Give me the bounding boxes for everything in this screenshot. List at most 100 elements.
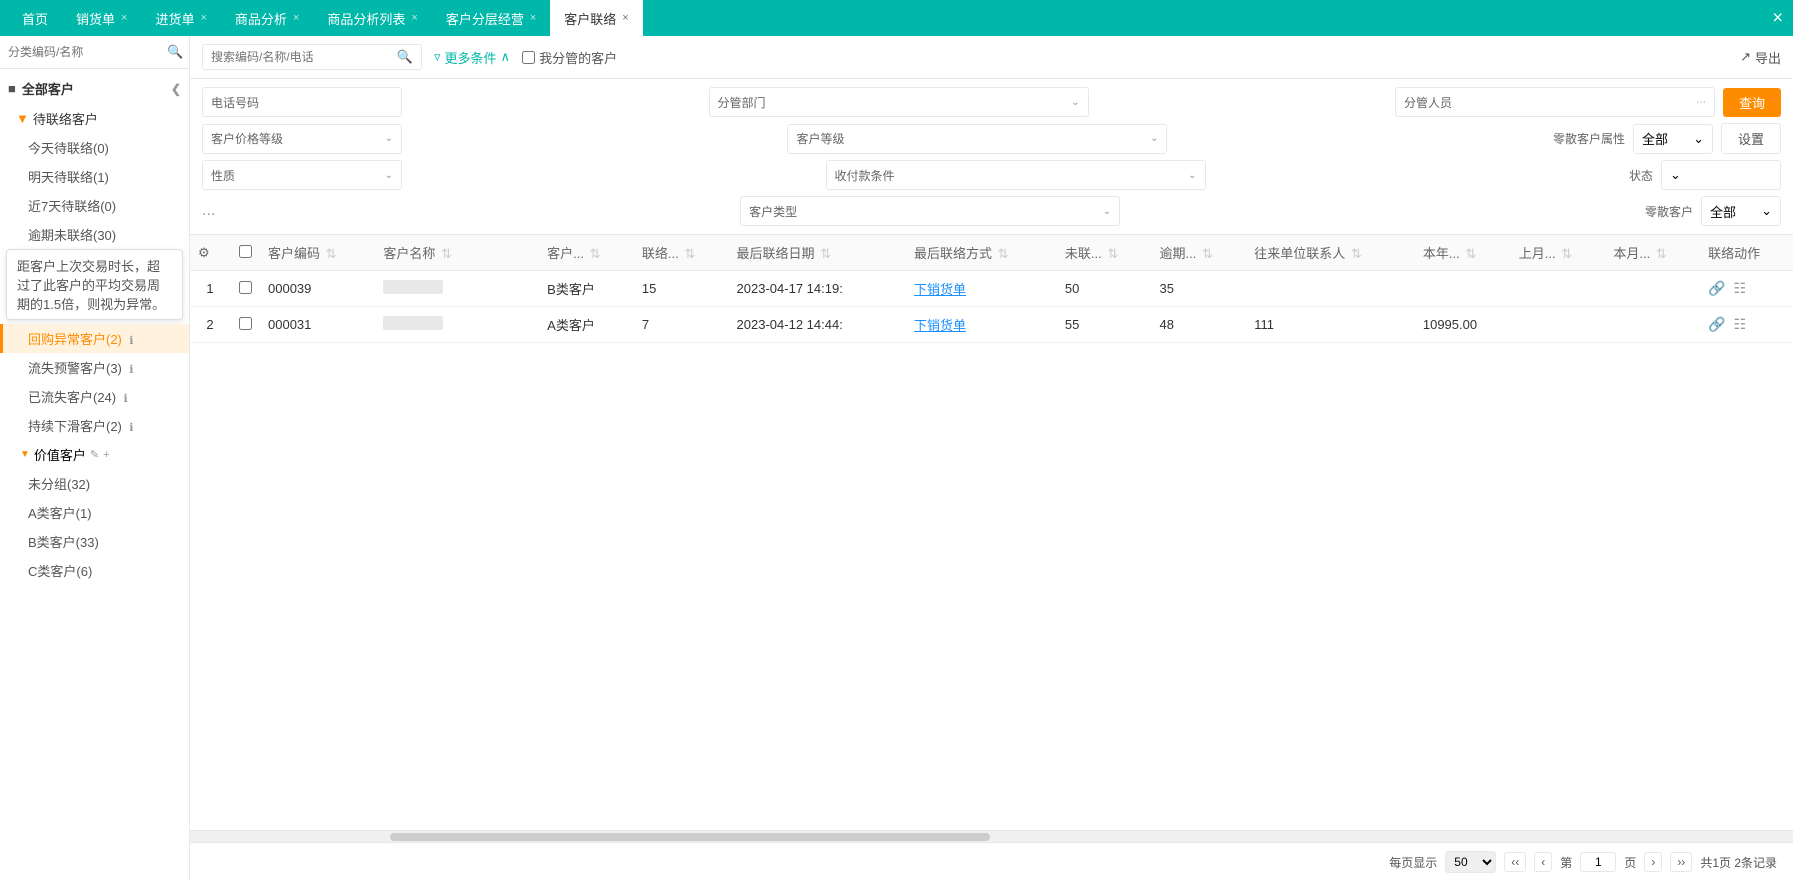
sort-unreached-icon[interactable]: ⇅ (1107, 246, 1118, 261)
status-select[interactable]: ⌄ (1661, 160, 1781, 190)
retail-attr-select[interactable]: 全部 ⌄ (1633, 124, 1713, 154)
grid-icon-2[interactable]: ☷ (1734, 316, 1747, 333)
col-contact: 联络... ⇅ (634, 235, 729, 271)
sidebar-item-abnormal[interactable]: 回购异常客户(2) ℹ (0, 324, 189, 353)
close-all-tabs[interactable]: × (1772, 8, 1783, 29)
sort-date-icon[interactable]: ⇅ (820, 246, 831, 261)
export-button[interactable]: ↗ 导出 (1740, 48, 1781, 67)
gender-select[interactable]: 性质 ⌄ (202, 160, 402, 190)
nav-item-sales[interactable]: 销货单 × (62, 0, 141, 36)
grid-icon-1[interactable]: ☷ (1734, 280, 1747, 297)
method-link-2[interactable]: 下销货单 (914, 318, 966, 333)
row-checkbox-2[interactable] (239, 317, 252, 330)
page-number-input[interactable] (1580, 852, 1616, 872)
sort-tmonth-icon[interactable]: ⇅ (1656, 246, 1667, 261)
sort-type-icon[interactable]: ⇅ (590, 246, 601, 261)
customer-level-select[interactable]: 客户等级 ⌄ (787, 124, 1167, 154)
customer-type-select[interactable]: 客户类型 ⌄ (740, 196, 1120, 226)
query-button[interactable]: 查询 (1723, 88, 1781, 117)
sidebar-item-a-class[interactable]: A类客户(1) (0, 498, 189, 527)
next-page-btn[interactable]: › (1644, 852, 1662, 872)
department-select[interactable]: 分管部门 ⌄ (709, 87, 1089, 117)
nav-item-analysis[interactable]: 商品分析 × (221, 0, 313, 36)
sidebar-item-b-class[interactable]: B类客户(33) (0, 527, 189, 556)
settings-button[interactable]: 设置 (1721, 123, 1781, 154)
info-icon-lost: ℹ (123, 393, 127, 405)
sidebar: 🔍 ■ 全部客户 ❮ ▼ 待联络客户 今天待联络(0) 明天待联络(1) 近7天… (0, 36, 190, 881)
add-group-icon[interactable]: + (103, 449, 109, 461)
sort-partner-icon[interactable]: ⇅ (1351, 246, 1362, 261)
nav-item-analysis-list[interactable]: 商品分析列表 × (313, 0, 431, 36)
horizontal-scrollbar[interactable] (190, 830, 1793, 842)
sidebar-body: ■ 全部客户 ❮ ▼ 待联络客户 今天待联络(0) 明天待联络(1) 近7天待联… (0, 69, 189, 881)
search-icon[interactable]: 🔍 (397, 49, 413, 65)
prev-page-btn[interactable]: ‹ (1534, 852, 1552, 872)
cell-overdue-2: 48 (1152, 307, 1247, 343)
sidebar-item-declining[interactable]: 持续下滑客户(2) ℹ (0, 411, 189, 440)
link-icon-2[interactable]: 🔗 (1708, 316, 1725, 333)
retail-select[interactable]: 全部 ⌄ (1701, 196, 1781, 226)
search-input[interactable] (211, 50, 393, 64)
sort-contact-icon[interactable]: ⇅ (684, 246, 695, 261)
sidebar-item-c-class[interactable]: C类客户(6) (0, 556, 189, 585)
sidebar-value-group[interactable]: ▼ 价值客户 ✎ + (0, 440, 189, 469)
cell-tmonth-1 (1605, 271, 1700, 307)
my-customers-checkbox[interactable]: 我分管的客户 (522, 48, 617, 67)
nav-item-purchase[interactable]: 进货单 × (141, 0, 220, 36)
my-customers-check[interactable] (522, 51, 535, 64)
edit-group-icon[interactable]: ✎ (90, 448, 99, 461)
collapse-sidebar-btn[interactable]: ❮ (171, 82, 181, 96)
settings-icon[interactable]: ⚙ (198, 245, 210, 260)
info-icon-abnormal: ℹ (129, 335, 133, 347)
nav-item-home[interactable]: 首页 (8, 0, 62, 36)
row-checkbox-1[interactable] (239, 281, 252, 294)
nav-item-customer-contact[interactable]: 客户联络 × (550, 0, 642, 36)
nav-item-customer-stratify[interactable]: 客户分层经营 × (432, 0, 550, 36)
chevron-price: ⌄ (385, 133, 393, 144)
table-section: ⚙ 客户编码 ⇅ 客户名称 ⇅ (190, 235, 1793, 881)
sort-year-icon[interactable]: ⇅ (1465, 246, 1476, 261)
table-row: 2 000031 A类客户 (190, 307, 1793, 343)
sort-method-icon[interactable]: ⇅ (998, 246, 1009, 261)
sidebar-search-input[interactable] (8, 45, 163, 59)
link-icon-1[interactable]: 🔗 (1708, 280, 1725, 297)
close-purchase-tab[interactable]: × (200, 12, 206, 24)
sidebar-item-lost[interactable]: 已流失客户(24) ℹ (0, 382, 189, 411)
table-scroll-area[interactable]: ⚙ 客户编码 ⇅ 客户名称 ⇅ (190, 235, 1793, 830)
col-code: 客户编码 ⇅ (260, 235, 375, 271)
sort-code-icon[interactable]: ⇅ (326, 246, 337, 261)
cell-action-2: 🔗 ☷ (1700, 307, 1793, 343)
close-analysis-tab[interactable]: × (293, 12, 299, 24)
phone-field[interactable]: 电话号码 (202, 87, 402, 117)
cell-index-1: 1 (190, 271, 230, 307)
first-page-btn[interactable]: ‹‹ (1504, 852, 1526, 872)
sidebar-item-loss-warning[interactable]: 流失预警客户(3) ℹ (0, 353, 189, 382)
price-level-select[interactable]: 客户价格等级 ⌄ (202, 124, 402, 154)
close-analysis-list-tab[interactable]: × (411, 12, 417, 24)
sidebar-item-tomorrow[interactable]: 明天待联络(1) (0, 162, 189, 191)
sidebar-item-overdue[interactable]: 逾期未联络(30) (0, 220, 189, 249)
cell-checkbox-2 (230, 307, 260, 343)
sidebar-item-7days[interactable]: 近7天待联络(0) (0, 191, 189, 220)
per-page-select[interactable]: 50 100 200 (1445, 851, 1496, 873)
manager-select[interactable]: 分管人员 ⋯ (1395, 87, 1715, 117)
scrollbar-thumb[interactable] (390, 833, 990, 841)
payment-select[interactable]: 收付款条件 ⌄ (826, 160, 1206, 190)
method-link-1[interactable]: 下销货单 (914, 282, 966, 297)
close-sales-tab[interactable]: × (121, 12, 127, 24)
last-page-btn[interactable]: ›› (1670, 852, 1692, 872)
more-options-dots[interactable]: ... (202, 202, 215, 220)
sidebar-group-pending[interactable]: ▼ 待联络客户 (0, 104, 189, 133)
select-all-checkbox[interactable] (239, 245, 252, 258)
sort-name-icon[interactable]: ⇅ (441, 246, 452, 261)
close-stratify-tab[interactable]: × (530, 12, 536, 24)
sidebar-search-icon[interactable]: 🔍 (167, 44, 183, 60)
sidebar-item-ungroup[interactable]: 未分组(32) (0, 469, 189, 498)
more-conditions-btn[interactable]: ▿ 更多条件 ∧ (434, 48, 510, 67)
sidebar-item-today[interactable]: 今天待联络(0) (0, 133, 189, 162)
sort-overdue-icon[interactable]: ⇅ (1202, 246, 1213, 261)
close-contact-tab[interactable]: × (622, 12, 628, 24)
sort-lmonth-icon[interactable]: ⇅ (1561, 246, 1572, 261)
sidebar-all-customers[interactable]: ■ 全部客户 ❮ (0, 73, 189, 104)
cell-method-2: 下销货单 (906, 307, 1057, 343)
